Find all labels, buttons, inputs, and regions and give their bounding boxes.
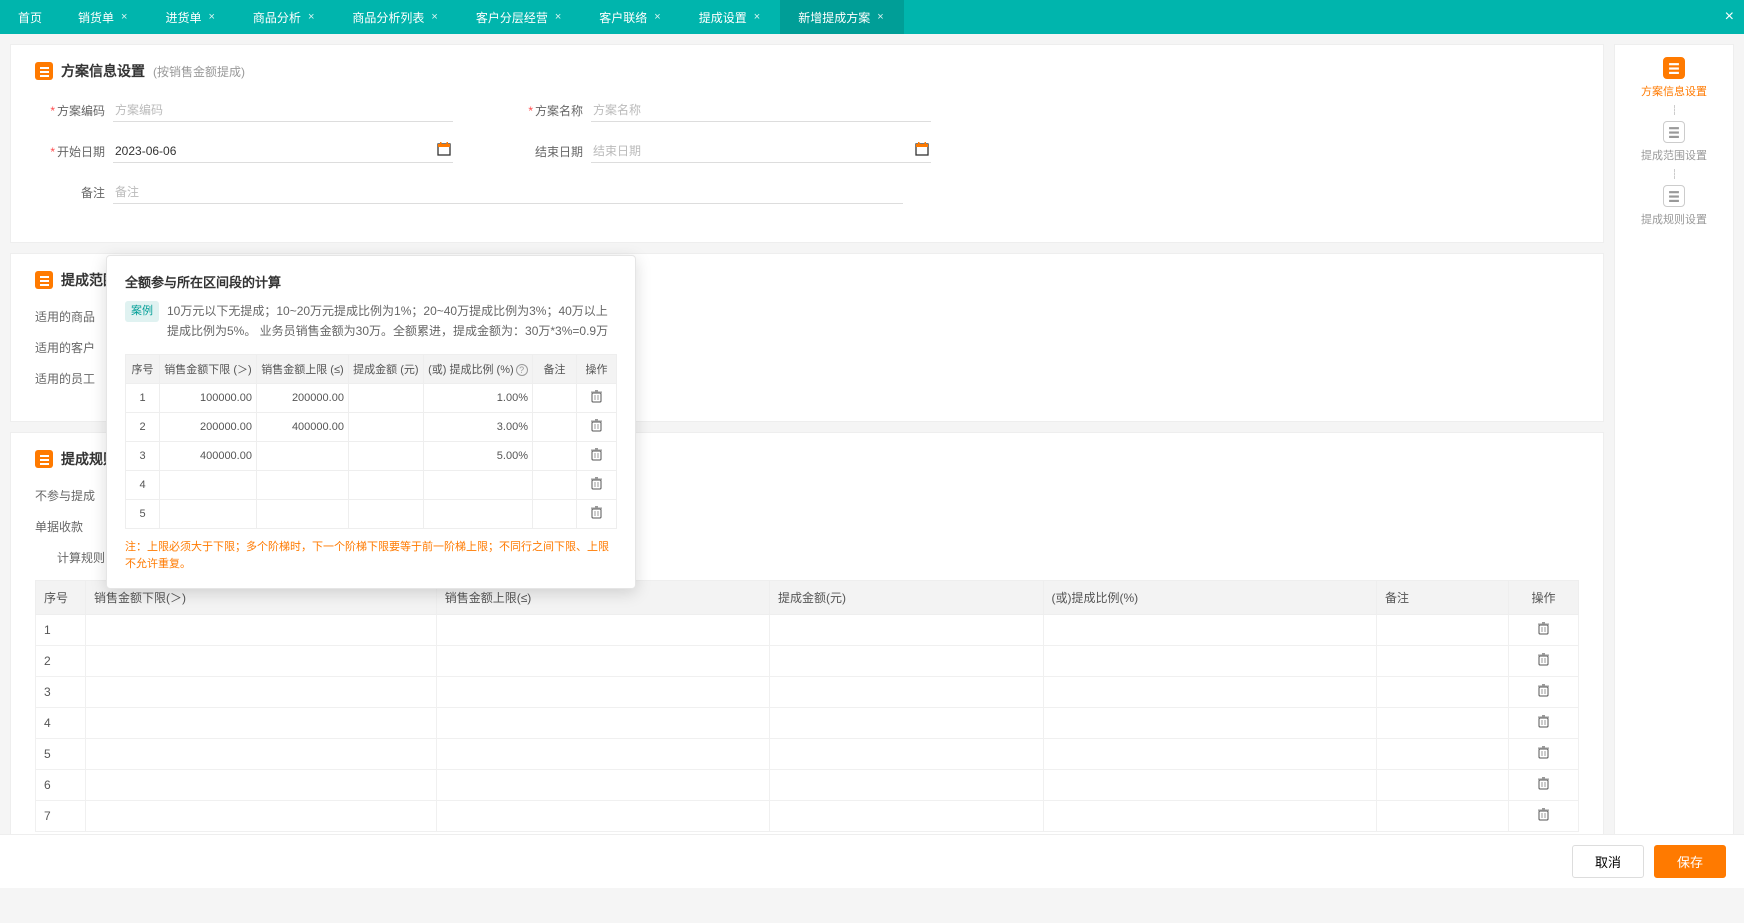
panel-title: 方案信息设置 xyxy=(61,61,145,81)
table-row: 5 xyxy=(36,739,1579,770)
trash-icon[interactable] xyxy=(1537,684,1550,697)
nav-step-info[interactable]: 方案信息设置 xyxy=(1641,57,1707,99)
rules-table: 序号 销售金额下限(＞) 销售金额上限(≤) 提成金额(元) (或)提成比例(%… xyxy=(35,580,1579,832)
trash-icon[interactable] xyxy=(1537,746,1550,759)
cancel-button[interactable]: 取消 xyxy=(1572,845,1644,878)
panel-plan-info: 方案信息设置 (按销售金额提成) *方案编码 *方案名称 *开始日期 xyxy=(10,44,1604,243)
anchor-nav: 方案信息设置 提成范围设置 提成规则设置 xyxy=(1614,44,1734,863)
example-text: 10万元以下无提成；10~20万元提成比例为1%；20~40万提成比例为3%；4… xyxy=(167,301,617,342)
table-row: 1 xyxy=(36,615,1579,646)
name-input[interactable] xyxy=(591,99,931,122)
close-icon[interactable]: × xyxy=(752,11,762,23)
tab-customer-tier[interactable]: 客户分层经营× xyxy=(458,0,581,34)
nav-step-scope[interactable]: 提成范围设置 xyxy=(1641,121,1707,163)
calendar-icon[interactable] xyxy=(437,142,451,156)
code-input[interactable] xyxy=(113,99,453,122)
popover-title: 全额参与所在区间段的计算 xyxy=(125,272,617,291)
close-icon[interactable]: × xyxy=(306,11,316,23)
th-note: 备注 xyxy=(1377,581,1509,615)
panel-subtitle: (按销售金额提成) xyxy=(153,63,245,80)
example-tag: 案例 xyxy=(125,301,159,322)
table-row: 3 xyxy=(36,677,1579,708)
end-date-label: 结束日期 xyxy=(513,143,583,160)
tab-customer-contact[interactable]: 客户联络× xyxy=(581,0,680,34)
close-icon[interactable]: × xyxy=(206,11,216,23)
close-icon[interactable]: × xyxy=(429,11,439,23)
popover-note: 注：上限必须大于下限；多个阶梯时，下一个阶梯下限要等于前一阶梯上限；不同行之间下… xyxy=(125,539,617,574)
connector-icon xyxy=(1674,169,1675,179)
tab-analysis[interactable]: 商品分析× xyxy=(235,0,334,34)
trash-icon[interactable] xyxy=(1537,715,1550,728)
tab-bar: 首页 销货单× 进货单× 商品分析× 商品分析列表× 客户分层经营× 客户联络×… xyxy=(0,0,1744,34)
list-icon xyxy=(1663,121,1685,143)
trash-icon[interactable] xyxy=(590,506,603,519)
close-icon[interactable]: × xyxy=(875,11,885,23)
list-icon xyxy=(1663,57,1685,79)
trash-icon[interactable] xyxy=(590,419,603,432)
remark-input[interactable] xyxy=(113,181,903,204)
start-date-input[interactable] xyxy=(113,140,453,163)
connector-icon xyxy=(1674,105,1675,115)
th-amount: 提成金额(元) xyxy=(770,581,1043,615)
list-icon xyxy=(35,62,53,80)
close-icon[interactable]: × xyxy=(652,11,662,23)
trash-icon[interactable] xyxy=(1537,808,1550,821)
help-icon[interactable]: ? xyxy=(516,364,528,376)
list-icon xyxy=(35,450,53,468)
code-label: *方案编码 xyxy=(35,102,105,119)
th-pct: (或)提成比例(%) xyxy=(1043,581,1377,615)
close-icon[interactable]: × xyxy=(553,11,563,23)
tab-new-commission-plan[interactable]: 新增提成方案× xyxy=(780,0,903,34)
table-row: 6 xyxy=(36,770,1579,801)
trash-icon[interactable] xyxy=(1537,622,1550,635)
list-icon xyxy=(35,271,53,289)
remark-label: 备注 xyxy=(35,184,105,201)
list-icon xyxy=(1663,185,1685,207)
calendar-icon[interactable] xyxy=(915,142,929,156)
table-row: 7 xyxy=(36,801,1579,832)
close-icon[interactable]: × xyxy=(119,11,129,23)
trash-icon[interactable] xyxy=(590,390,603,403)
trash-icon[interactable] xyxy=(590,477,603,490)
calc-rule-label: 计算规则 xyxy=(35,549,105,566)
tab-analysis-list[interactable]: 商品分析列表× xyxy=(334,0,457,34)
name-label: *方案名称 xyxy=(513,102,583,119)
th-op: 操作 xyxy=(1509,581,1579,615)
tab-commission-settings[interactable]: 提成设置× xyxy=(681,0,780,34)
table-row: 2 xyxy=(36,646,1579,677)
th-seq: 序号 xyxy=(36,581,86,615)
start-date-label: *开始日期 xyxy=(35,143,105,160)
tab-home[interactable]: 首页 xyxy=(0,0,60,34)
trash-icon[interactable] xyxy=(1537,777,1550,790)
end-date-input[interactable] xyxy=(591,140,931,163)
save-button[interactable]: 保存 xyxy=(1654,845,1726,878)
example-popover: 全额参与所在区间段的计算 案例 10万元以下无提成；10~20万元提成比例为1%… xyxy=(106,255,636,589)
footer-bar: 取消 保存 xyxy=(0,834,1744,888)
nav-step-rules[interactable]: 提成规则设置 xyxy=(1641,185,1707,227)
trash-icon[interactable] xyxy=(1537,653,1550,666)
tab-purchase[interactable]: 进货单× xyxy=(147,0,234,34)
trash-icon[interactable] xyxy=(590,448,603,461)
close-all-icon[interactable]: × xyxy=(1725,0,1734,34)
example-table: 序号 销售金额下限 (＞) 销售金额上限 (≤) 提成金额 (元) (或) 提成… xyxy=(125,354,617,529)
table-row: 4 xyxy=(36,708,1579,739)
tab-sales[interactable]: 销货单× xyxy=(60,0,147,34)
